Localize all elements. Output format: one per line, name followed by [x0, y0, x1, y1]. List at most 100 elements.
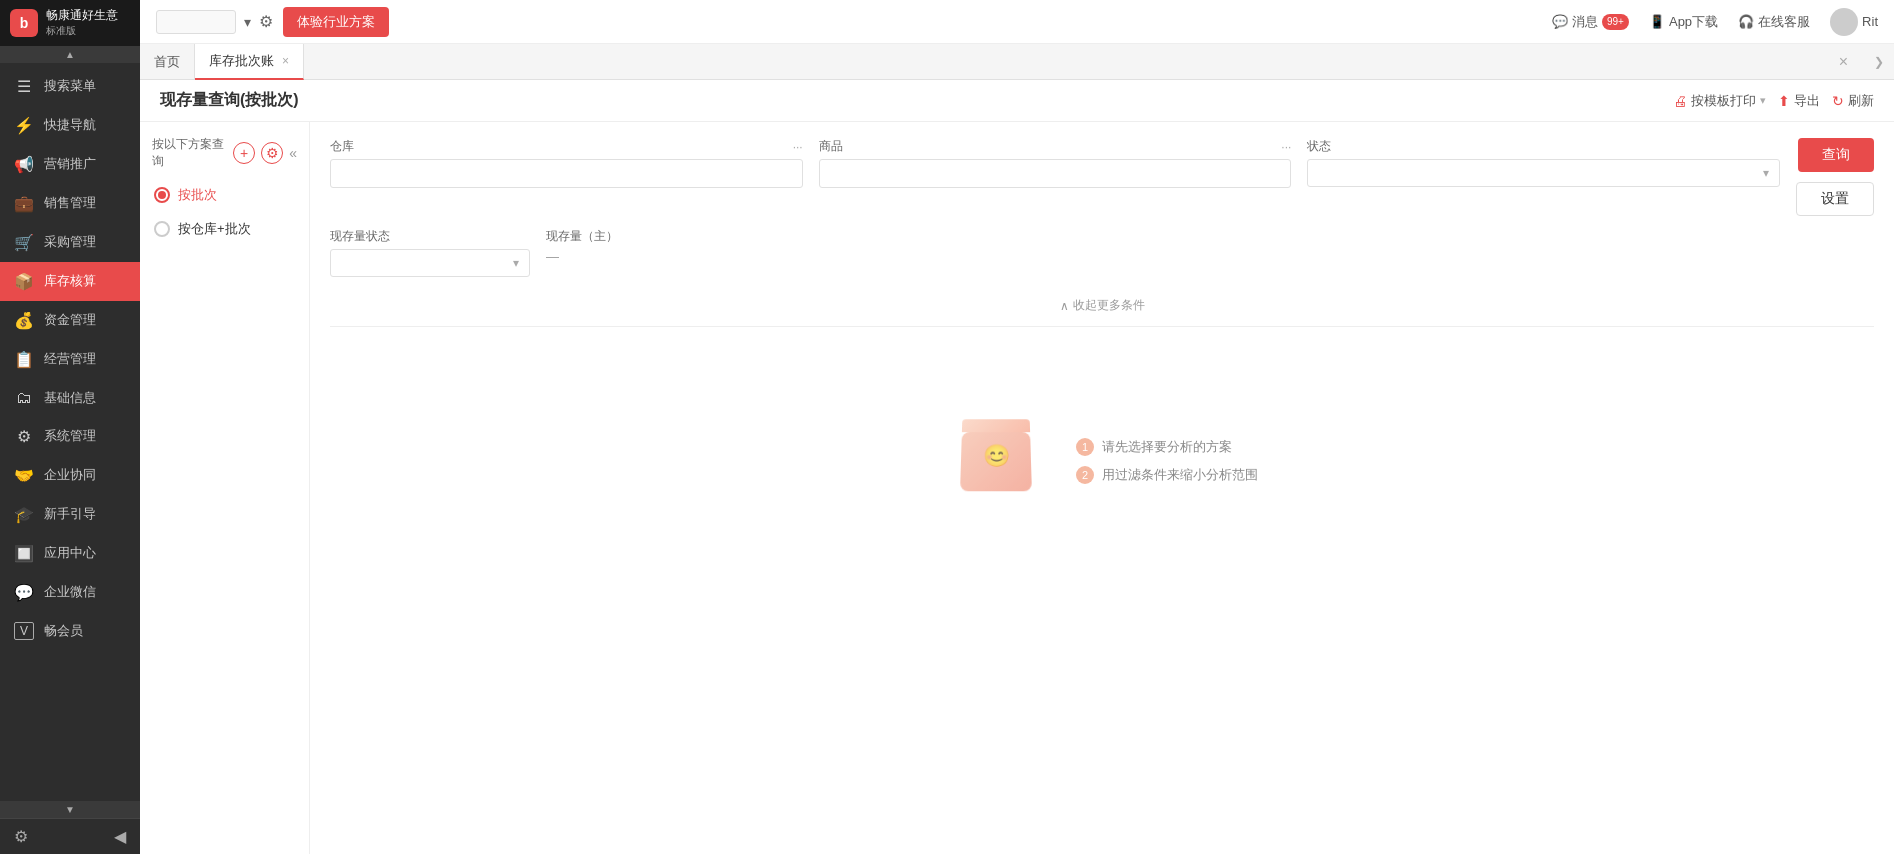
warehouse-input[interactable]: [330, 159, 803, 188]
empty-illustration: 😊: [946, 411, 1046, 511]
export-btn[interactable]: ⬆ 导出: [1778, 92, 1820, 110]
empty-hint-1: 1 请先选择要分析的方案: [1076, 438, 1258, 456]
sidebar-header: b 畅康通好生意 标准版: [0, 0, 140, 46]
page-title: 现存量查询(按批次): [160, 90, 299, 111]
content-divider: [330, 326, 1874, 327]
sidebar-nav: ☰ 搜索菜单 ⚡ 快捷导航 📢 营销推广 💼 销售管理 🛒 采购管理 📦 库存核…: [0, 63, 140, 801]
ops-icon: 📋: [14, 350, 34, 369]
sidebar-item-member[interactable]: V 畅会员: [0, 612, 140, 650]
tab-batch-account-close[interactable]: ×: [282, 54, 289, 68]
plan-label-by-batch: 按批次: [178, 186, 217, 204]
app-download-label: App下载: [1669, 13, 1718, 31]
sidebar-item-enterprise[interactable]: 🤝 企业协同: [0, 456, 140, 495]
user-avatar: [1830, 8, 1858, 36]
tab-batch-account[interactable]: 库存批次账 ×: [195, 44, 304, 80]
plan-item-by-warehouse-batch[interactable]: 按仓库+批次: [140, 212, 309, 246]
left-panel-header: 按以下方案查询 + ⚙ «: [140, 132, 309, 178]
topbar-dropdown-button[interactable]: ▾: [244, 14, 251, 30]
sidebar-item-inventory[interactable]: 📦 库存核算: [0, 262, 140, 301]
page-actions: 🖨 按模板打印 ▾ ⬆ 导出 ↻ 刷新: [1673, 92, 1874, 110]
filter-group-status: 状态 ▾: [1307, 138, 1780, 187]
company-name: 畅康通好生意: [46, 8, 118, 24]
warehouse-more-icon[interactable]: ···: [793, 140, 803, 154]
filter-label-warehouse: 仓库 ···: [330, 138, 803, 155]
filter-group-stock: 现存量（主） —: [546, 228, 746, 264]
sidebar-settings-icon[interactable]: ⚙: [14, 827, 28, 846]
topbar-app-download[interactable]: 📱 App下载: [1649, 13, 1718, 31]
plan-item-by-batch[interactable]: 按批次: [140, 178, 309, 212]
print-btn[interactable]: 🖨 按模板打印 ▾: [1673, 92, 1766, 110]
filter-label-stock: 现存量（主）: [546, 228, 746, 245]
sidebar-item-system[interactable]: ⚙ 系统管理: [0, 417, 140, 456]
sidebar-item-wechat[interactable]: 💬 企业微信: [0, 573, 140, 612]
tab-home-label: 首页: [154, 53, 180, 71]
filter-label-status: 状态: [1307, 138, 1780, 155]
empty-hint-2: 2 用过滤条件来缩小分析范围: [1076, 466, 1258, 484]
filter-group-warehouse: 仓库 ···: [330, 138, 803, 188]
filter-collapse-btn[interactable]: ∧ 收起更多条件: [330, 289, 1874, 322]
sidebar-item-finance[interactable]: 💰 资金管理: [0, 301, 140, 340]
basic-icon: 🗂: [14, 389, 34, 407]
sidebar-label-enterprise: 企业协同: [44, 466, 96, 484]
sidebar-item-apps[interactable]: 🔲 应用中心: [0, 534, 140, 573]
quick-nav-icon: ⚡: [14, 116, 34, 135]
topbar-user[interactable]: Rit: [1830, 8, 1878, 36]
panel-collapse-button[interactable]: «: [289, 145, 297, 161]
query-button[interactable]: 查询: [1798, 138, 1874, 172]
status-select-arrow: ▾: [1763, 166, 1769, 180]
left-panel-actions: + ⚙ «: [233, 142, 297, 164]
experience-btn[interactable]: 体验行业方案: [283, 7, 389, 37]
status-select[interactable]: ▾: [1307, 159, 1780, 187]
sidebar-item-quick-nav[interactable]: ⚡ 快捷导航: [0, 106, 140, 145]
app-download-icon: 📱: [1649, 14, 1665, 29]
print-label: 按模板打印: [1691, 92, 1756, 110]
tab-batch-account-label: 库存批次账: [209, 52, 274, 70]
tabbar: 首页 库存批次账 × × ❯: [140, 44, 1894, 80]
tab-close-main[interactable]: ×: [1823, 53, 1864, 71]
sidebar-item-guide[interactable]: 🎓 新手引导: [0, 495, 140, 534]
inventory-status-arrow: ▾: [513, 256, 519, 270]
tab-home[interactable]: 首页: [140, 44, 195, 80]
sidebar-label-ops: 经营管理: [44, 350, 96, 368]
product-input[interactable]: [819, 159, 1292, 188]
tab-scroll-right[interactable]: ❯: [1864, 55, 1894, 69]
content-area: 按以下方案查询 + ⚙ « 按批次 按仓库+批次: [140, 122, 1894, 854]
sidebar-item-search[interactable]: ☰ 搜索菜单: [0, 67, 140, 106]
refresh-label: 刷新: [1848, 92, 1874, 110]
product-more-icon[interactable]: ···: [1281, 140, 1291, 154]
refresh-btn[interactable]: ↻ 刷新: [1832, 92, 1874, 110]
action-buttons: 查询 设置: [1796, 138, 1874, 216]
sidebar-title-area: 畅康通好生意 标准版: [46, 8, 118, 38]
sidebar-item-sales[interactable]: 💼 销售管理: [0, 184, 140, 223]
topbar-search-input[interactable]: [156, 10, 236, 34]
sidebar-label-wechat: 企业微信: [44, 583, 96, 601]
sidebar-scroll-down[interactable]: ▼: [0, 801, 140, 818]
sidebar-label-marketing: 营销推广: [44, 155, 96, 173]
sidebar-label-basic: 基础信息: [44, 389, 96, 407]
sidebar-label-member: 畅会员: [44, 622, 83, 640]
apps-icon: 🔲: [14, 544, 34, 563]
filter-group-product: 商品 ···: [819, 138, 1292, 188]
topbar-gear-button[interactable]: ⚙: [259, 12, 273, 31]
add-plan-button[interactable]: +: [233, 142, 255, 164]
purchase-icon: 🛒: [14, 233, 34, 252]
sidebar-item-ops[interactable]: 📋 经营管理: [0, 340, 140, 379]
sidebar-collapse-icon[interactable]: ◀: [114, 827, 126, 846]
collapse-arrow-icon: ∧: [1060, 299, 1069, 313]
user-name: Rit: [1862, 14, 1878, 29]
sidebar-label-quick-nav: 快捷导航: [44, 116, 96, 134]
sidebar-label-sales: 销售管理: [44, 194, 96, 212]
topbar-message[interactable]: 💬 消息 99+: [1552, 13, 1629, 31]
topbar-online-service[interactable]: 🎧 在线客服: [1738, 13, 1810, 31]
sidebar-scroll-up[interactable]: ▲: [0, 46, 140, 63]
sidebar-item-basic[interactable]: 🗂 基础信息: [0, 379, 140, 417]
empty-box: 😊: [960, 432, 1032, 491]
settings-button[interactable]: 设置: [1796, 182, 1874, 216]
right-content: 仓库 ··· 商品 ··· 状态: [310, 122, 1894, 854]
inventory-status-select[interactable]: ▾: [330, 249, 530, 277]
plan-settings-button[interactable]: ⚙: [261, 142, 283, 164]
empty-text: 1 请先选择要分析的方案 2 用过滤条件来缩小分析范围: [1076, 438, 1258, 484]
sidebar-item-marketing[interactable]: 📢 营销推广: [0, 145, 140, 184]
message-badge: 99+: [1602, 14, 1629, 30]
sidebar-item-purchase[interactable]: 🛒 采购管理: [0, 223, 140, 262]
